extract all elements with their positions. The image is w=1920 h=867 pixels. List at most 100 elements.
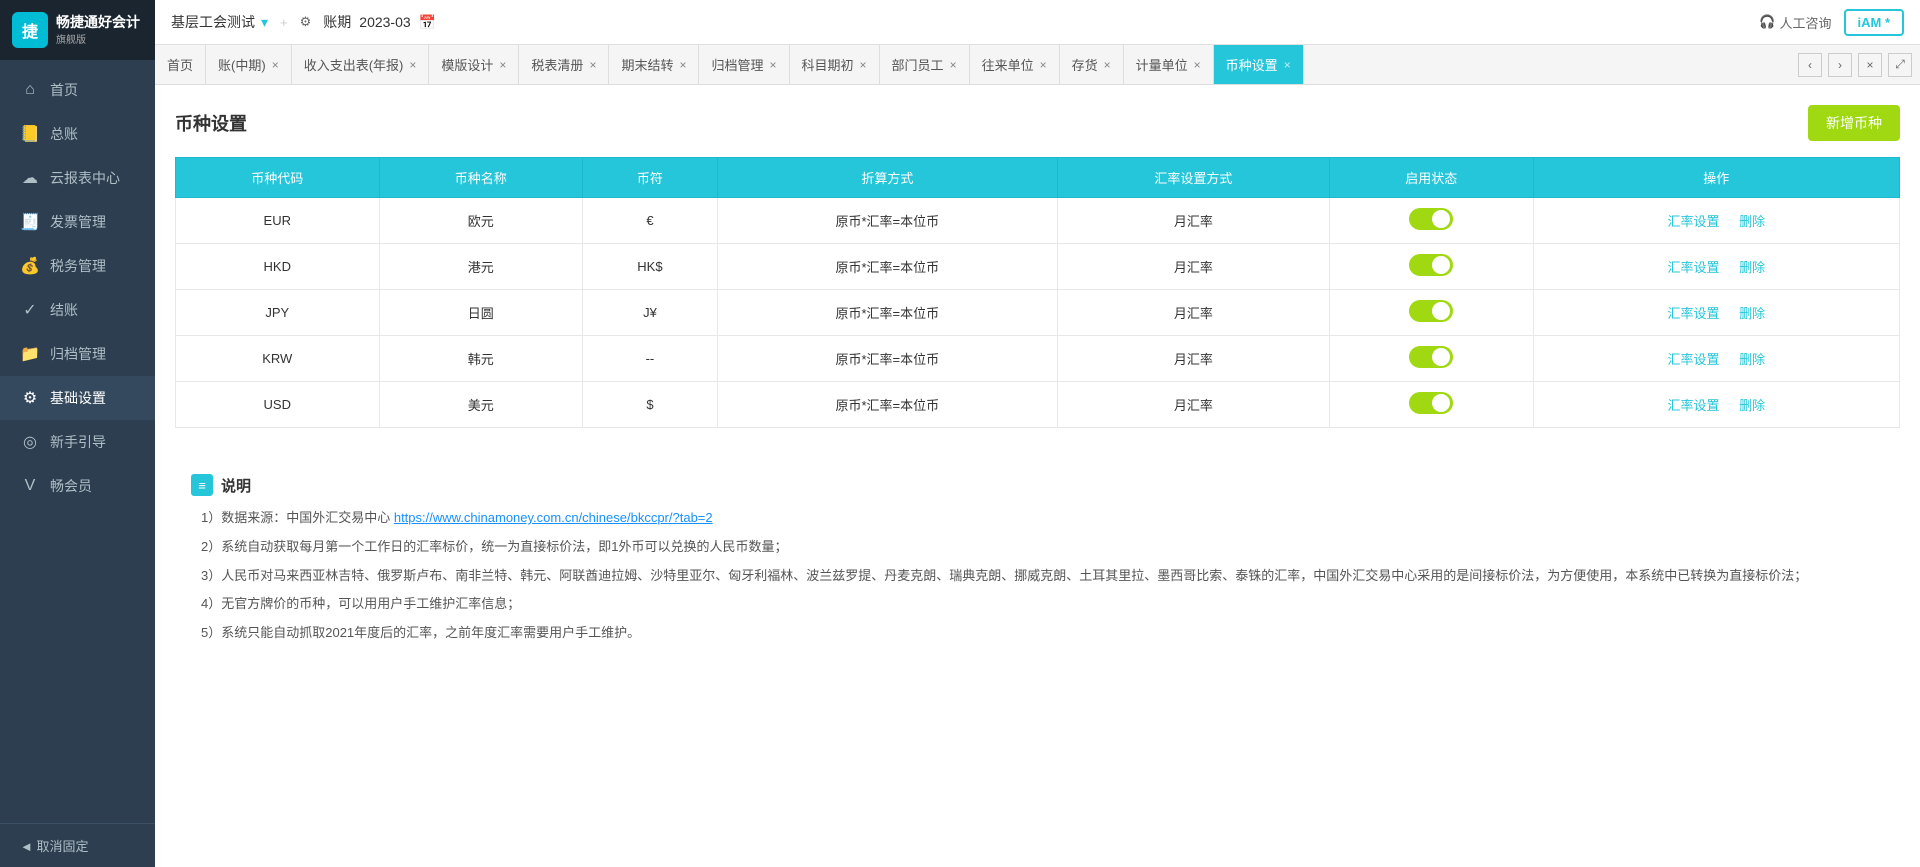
enable-toggle[interactable]	[1409, 300, 1453, 322]
sidebar-item-guide[interactable]: ◎ 新手引导	[0, 420, 155, 464]
company-name[interactable]: 基层工会测试 ▾	[171, 12, 268, 32]
archive-icon: 📁	[20, 344, 40, 364]
tab-label: 归档管理	[711, 55, 763, 74]
period-value: 2023-03	[359, 14, 410, 30]
tab-close-icon[interactable]: ×	[499, 58, 506, 72]
settings-icon: ⚙	[20, 388, 40, 408]
calendar-icon[interactable]: 📅	[419, 14, 436, 31]
sidebar-item-label: 新手引导	[50, 432, 106, 452]
sidebar-item-member[interactable]: V 畅会员	[0, 464, 155, 508]
delete-link[interactable]: 删除	[1739, 352, 1765, 367]
sidebar-item-tax[interactable]: 💰 税务管理	[0, 244, 155, 288]
cell-code: EUR	[176, 198, 380, 244]
cell-method: 原币*汇率=本位币	[717, 336, 1057, 382]
note-item-5: 5）系统只能自动抓取2021年度后的汇率，之前年度汇率需要用户手工维护。	[201, 623, 1884, 644]
table-row: JPY 日圆 J¥ 原币*汇率=本位币 月汇率 汇率设置 删除	[176, 290, 1900, 336]
tab-prev-button[interactable]: ‹	[1798, 53, 1822, 77]
new-currency-button[interactable]: 新增币种	[1808, 105, 1900, 141]
cell-code: USD	[176, 382, 380, 428]
tab-period-end[interactable]: 期末结转 ×	[609, 45, 699, 84]
headset-icon: 🎧	[1759, 14, 1775, 30]
company-dropdown-icon[interactable]: ▾	[261, 14, 268, 31]
cell-status	[1330, 382, 1534, 428]
tab-department[interactable]: 部门员工 ×	[880, 45, 970, 84]
sidebar-item-ledger[interactable]: 📒 总账	[0, 112, 155, 156]
kuaiji-button[interactable]: iAM *	[1844, 9, 1905, 36]
sidebar-item-label: 发票管理	[50, 212, 106, 232]
delete-link[interactable]: 删除	[1739, 306, 1765, 321]
delete-link[interactable]: 删除	[1739, 398, 1765, 413]
tab-close-icon[interactable]: ×	[1040, 58, 1047, 72]
cell-symbol: $	[583, 382, 718, 428]
cell-code: KRW	[176, 336, 380, 382]
tab-close-icon[interactable]: ×	[1194, 58, 1201, 72]
sidebar-item-closing[interactable]: ✓ 结账	[0, 288, 155, 332]
tab-currency[interactable]: 币种设置 ×	[1214, 45, 1304, 84]
sidebar-item-archive[interactable]: 📁 归档管理	[0, 332, 155, 376]
main-area: 基层工会测试 ▾ + ⚙ 账期 2023-03 📅 🎧 人工咨询 iAM * 首…	[155, 0, 1920, 867]
tab-inventory[interactable]: 存货 ×	[1060, 45, 1124, 84]
service-button[interactable]: 🎧 人工咨询	[1759, 13, 1831, 32]
tab-next-button[interactable]: ›	[1828, 53, 1852, 77]
notes-label: 说明	[221, 475, 251, 496]
tab-close-icon[interactable]: ×	[1284, 58, 1291, 72]
tab-close-icon[interactable]: ×	[770, 58, 777, 72]
tab-label: 首页	[167, 55, 193, 74]
tab-contacts[interactable]: 往来单位 ×	[970, 45, 1060, 84]
rate-setting-link[interactable]: 汇率设置	[1667, 398, 1719, 413]
tab-label: 科目期初	[802, 55, 854, 74]
enable-toggle[interactable]	[1409, 392, 1453, 414]
rate-setting-link[interactable]: 汇率设置	[1667, 260, 1719, 275]
cell-code: JPY	[176, 290, 380, 336]
tab-close-icon[interactable]: ×	[950, 58, 957, 72]
notes-link[interactable]: https://www.chinamoney.com.cn/chinese/bk…	[394, 510, 713, 525]
note-item-1: 1）数据来源：中国外汇交易中心 https://www.chinamoney.c…	[201, 508, 1884, 529]
sidebar: 捷 畅捷通好会计 旗舰版 ⌂ 首页 📒 总账 ☁ 云报表中心 🧾 发票管理 💰 …	[0, 0, 155, 867]
enable-toggle[interactable]	[1409, 254, 1453, 276]
tab-expand-button[interactable]: ⤢	[1888, 53, 1912, 77]
tab-home[interactable]: 首页	[155, 45, 206, 84]
tab-income-report[interactable]: 收入支出表(年报) ×	[292, 45, 430, 84]
tab-template-design[interactable]: 模版设计 ×	[429, 45, 519, 84]
settings-icon-topbar[interactable]: ⚙	[300, 14, 312, 30]
cell-actions: 汇率设置 删除	[1533, 336, 1899, 382]
tab-label: 部门员工	[892, 55, 944, 74]
enable-toggle[interactable]	[1409, 208, 1453, 230]
sidebar-item-settings[interactable]: ⚙ 基础设置	[0, 376, 155, 420]
tab-archive[interactable]: 归档管理 ×	[699, 45, 789, 84]
tab-close-icon[interactable]: ×	[860, 58, 867, 72]
enable-toggle[interactable]	[1409, 346, 1453, 368]
cell-actions: 汇率设置 删除	[1533, 198, 1899, 244]
sidebar-item-reports[interactable]: ☁ 云报表中心	[0, 156, 155, 200]
rate-setting-link[interactable]: 汇率设置	[1667, 214, 1719, 229]
sidebar-item-home[interactable]: ⌂ 首页	[0, 68, 155, 112]
ledger-icon: 📒	[20, 124, 40, 144]
tab-close-icon[interactable]: ×	[272, 58, 279, 72]
notes-list: 1）数据来源：中国外汇交易中心 https://www.chinamoney.c…	[191, 508, 1884, 644]
delete-link[interactable]: 删除	[1739, 214, 1765, 229]
tabbar-controls: ‹ › × ⤢	[1790, 53, 1920, 77]
tab-tax-table[interactable]: 税表清册 ×	[519, 45, 609, 84]
col-header-name: 币种名称	[379, 158, 583, 198]
tab-close-icon[interactable]: ×	[409, 58, 416, 72]
sidebar-unpin-button[interactable]: ◄ 取消固定	[0, 823, 155, 867]
tab-ledger-mid[interactable]: 账(中期) ×	[206, 45, 292, 84]
tab-close-icon[interactable]: ×	[679, 58, 686, 72]
cell-method: 原币*汇率=本位币	[717, 382, 1057, 428]
notes-title: ≡ 说明	[191, 474, 1884, 496]
rate-setting-link[interactable]: 汇率设置	[1667, 306, 1719, 321]
tab-close-icon[interactable]: ×	[589, 58, 596, 72]
sidebar-item-invoice[interactable]: 🧾 发票管理	[0, 200, 155, 244]
tab-subject-init[interactable]: 科目期初 ×	[790, 45, 880, 84]
page-content: 币种设置 新增币种 币种代码 币种名称 币符 折算方式 汇率设置方式 启用状态 …	[155, 85, 1920, 867]
separator: +	[280, 15, 288, 30]
rate-setting-link[interactable]: 汇率设置	[1667, 352, 1719, 367]
delete-link[interactable]: 删除	[1739, 260, 1765, 275]
tab-label: 模版设计	[441, 55, 493, 74]
sidebar-item-label: 首页	[50, 80, 78, 100]
tab-close-all-button[interactable]: ×	[1858, 53, 1882, 77]
cell-symbol: --	[583, 336, 718, 382]
cell-rate-type: 月汇率	[1057, 290, 1329, 336]
tab-unit[interactable]: 计量单位 ×	[1124, 45, 1214, 84]
tab-close-icon[interactable]: ×	[1104, 58, 1111, 72]
